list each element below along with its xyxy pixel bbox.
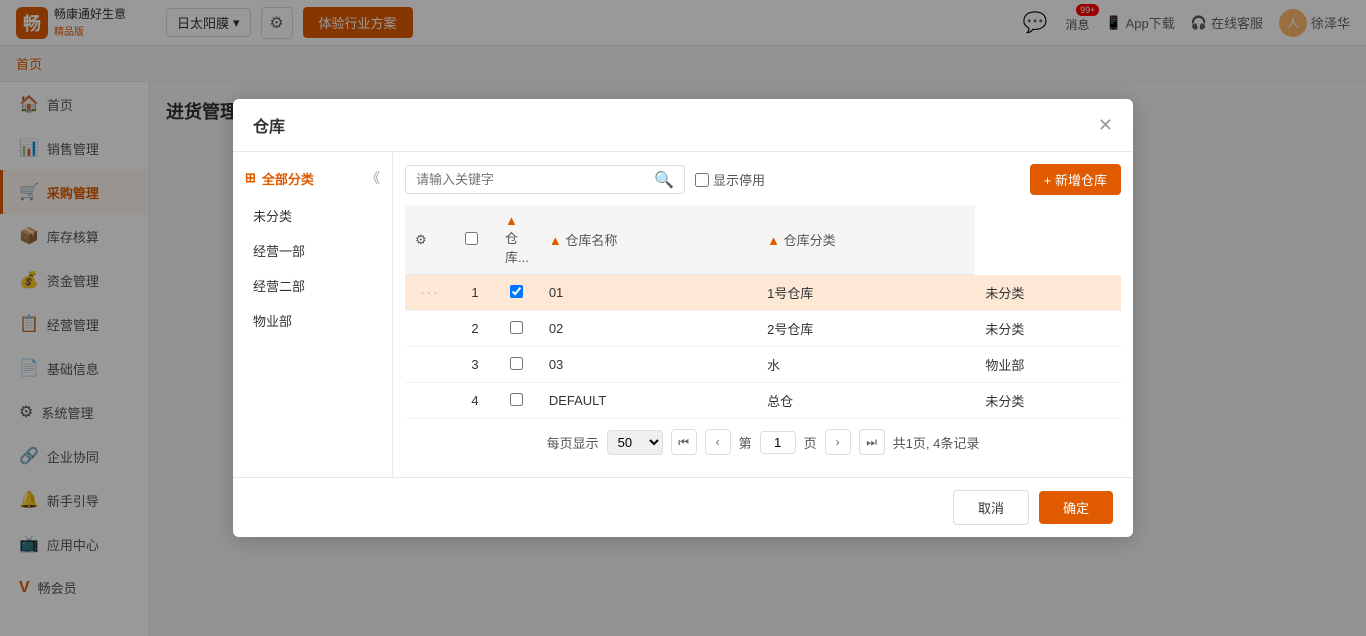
th-gear: ⚙: [405, 205, 455, 275]
row-category: 未分类: [975, 275, 1121, 311]
add-warehouse-button[interactable]: + 新增仓库: [1030, 164, 1121, 195]
row-name: 水: [757, 347, 975, 383]
table-row[interactable]: 4 DEFAULT总仓未分类: [405, 383, 1121, 419]
confirm-button[interactable]: 确定: [1039, 491, 1113, 524]
th-name: ▲ 仓库名称: [539, 205, 757, 275]
category-label-dept1: 经营一部: [253, 244, 305, 259]
table-row[interactable]: 3 03水物业部: [405, 347, 1121, 383]
page-suffix: 页: [804, 433, 817, 452]
row-name: 2号仓库: [757, 311, 975, 347]
pagination-bar: 每页显示 50 100 ⏮ ‹ 第 页 › ⏭ 共1页, 4条记录: [405, 419, 1121, 465]
prev-page-btn[interactable]: ‹: [705, 429, 731, 455]
row-code: 03: [539, 347, 757, 383]
close-icon[interactable]: ✕: [1098, 115, 1113, 136]
search-input-wrap: 🔍: [405, 165, 685, 194]
cancel-button[interactable]: 取消: [953, 490, 1029, 525]
show-disabled-checkbox[interactable]: [695, 173, 709, 187]
warehouse-table-body: ···1011号仓库未分类2022号仓库未分类303水物业部4DEFAULT总仓…: [405, 275, 1121, 419]
row-category: 物业部: [975, 347, 1121, 383]
row-num: 3: [455, 347, 495, 383]
row-name: 1号仓库: [757, 275, 975, 311]
sort-icon: ▲: [505, 213, 518, 228]
table-panel: 🔍 显示停用 + 新增仓库 ⚙: [393, 152, 1133, 477]
show-disabled-text: 显示停用: [713, 170, 765, 189]
search-input[interactable]: [406, 166, 644, 193]
page-label: 第: [739, 433, 752, 452]
category-label-property: 物业部: [253, 314, 292, 329]
row-gear-cell: [405, 347, 455, 383]
category-label-unclassified: 未分类: [253, 209, 292, 224]
row-num: 4: [455, 383, 495, 419]
row-gear-cell: [405, 311, 455, 347]
th-code: ▲ 仓库...: [495, 205, 539, 275]
per-page-label: 每页显示: [547, 433, 599, 452]
category-all-label: 全部分类: [262, 169, 314, 188]
category-header: ⊞ 全部分类 《: [233, 162, 392, 198]
th-category: ▲ 仓库分类: [757, 205, 975, 275]
table-row[interactable]: ··· 1 011号仓库未分类: [405, 275, 1121, 311]
row-code: 01: [539, 275, 757, 311]
row-gear-cell: ···: [405, 275, 455, 311]
row-checkbox[interactable]: [510, 321, 523, 334]
row-category: 未分类: [975, 311, 1121, 347]
sort-icon-name: ▲: [549, 233, 562, 248]
show-disabled-label[interactable]: 显示停用: [695, 170, 765, 189]
row-check-cell: [495, 275, 539, 311]
category-item-dept1[interactable]: 经营一部: [233, 233, 392, 268]
warehouse-table: ⚙ ▲ 仓库... ▲: [405, 205, 1121, 419]
modal-title: 仓库: [253, 113, 285, 137]
row-code: DEFAULT: [539, 383, 757, 419]
row-category: 未分类: [975, 383, 1121, 419]
table-header-row: ⚙ ▲ 仓库... ▲: [405, 205, 1121, 275]
modal-header: 仓库 ✕: [233, 99, 1133, 152]
row-checkbox[interactable]: [510, 357, 523, 370]
row-num: 2: [455, 311, 495, 347]
category-all[interactable]: ⊞ 全部分类: [245, 169, 314, 188]
th-check: [455, 205, 495, 275]
row-num: 1: [455, 275, 495, 311]
modal-overlay: 仓库 ✕ ⊞ 全部分类 《 未分类 经营一部: [0, 0, 1366, 636]
category-item-dept2[interactable]: 经营二部: [233, 268, 392, 303]
collapse-icon[interactable]: 《: [366, 168, 380, 188]
row-check-cell: [495, 347, 539, 383]
row-name: 总仓: [757, 383, 975, 419]
last-page-btn[interactable]: ⏭: [859, 429, 885, 455]
row-checkbox[interactable]: [510, 393, 523, 406]
category-label-dept2: 经营二部: [253, 279, 305, 294]
row-check-cell: [495, 311, 539, 347]
total-info: 共1页, 4条记录: [893, 433, 980, 452]
row-gear-cell: [405, 383, 455, 419]
row-more-icon: ···: [421, 285, 440, 300]
modal-body: ⊞ 全部分类 《 未分类 经营一部 经营二部 物业部: [233, 152, 1133, 477]
page-input[interactable]: [760, 431, 796, 454]
table-row[interactable]: 2 022号仓库未分类: [405, 311, 1121, 347]
search-button[interactable]: 🔍: [644, 170, 684, 190]
grid-icon: ⊞: [245, 170, 256, 186]
sort-icon-cat: ▲: [767, 233, 780, 248]
table-scroll-area: ⚙ ▲ 仓库... ▲: [405, 205, 1121, 419]
table-toolbar: 🔍 显示停用 + 新增仓库: [405, 164, 1121, 195]
per-page-select[interactable]: 50 100: [607, 430, 663, 455]
category-panel: ⊞ 全部分类 《 未分类 经营一部 经营二部 物业部: [233, 152, 393, 477]
next-page-btn[interactable]: ›: [825, 429, 851, 455]
category-item-unclassified[interactable]: 未分类: [233, 198, 392, 233]
select-all-checkbox[interactable]: [465, 232, 478, 245]
row-check-cell: [495, 383, 539, 419]
warehouse-modal: 仓库 ✕ ⊞ 全部分类 《 未分类 经营一部: [233, 99, 1133, 537]
modal-footer: 取消 确定: [233, 477, 1133, 537]
settings-icon: ⚙: [415, 232, 427, 247]
category-item-property[interactable]: 物业部: [233, 303, 392, 338]
first-page-btn[interactable]: ⏮: [671, 429, 697, 455]
row-checkbox[interactable]: [510, 285, 523, 298]
row-code: 02: [539, 311, 757, 347]
